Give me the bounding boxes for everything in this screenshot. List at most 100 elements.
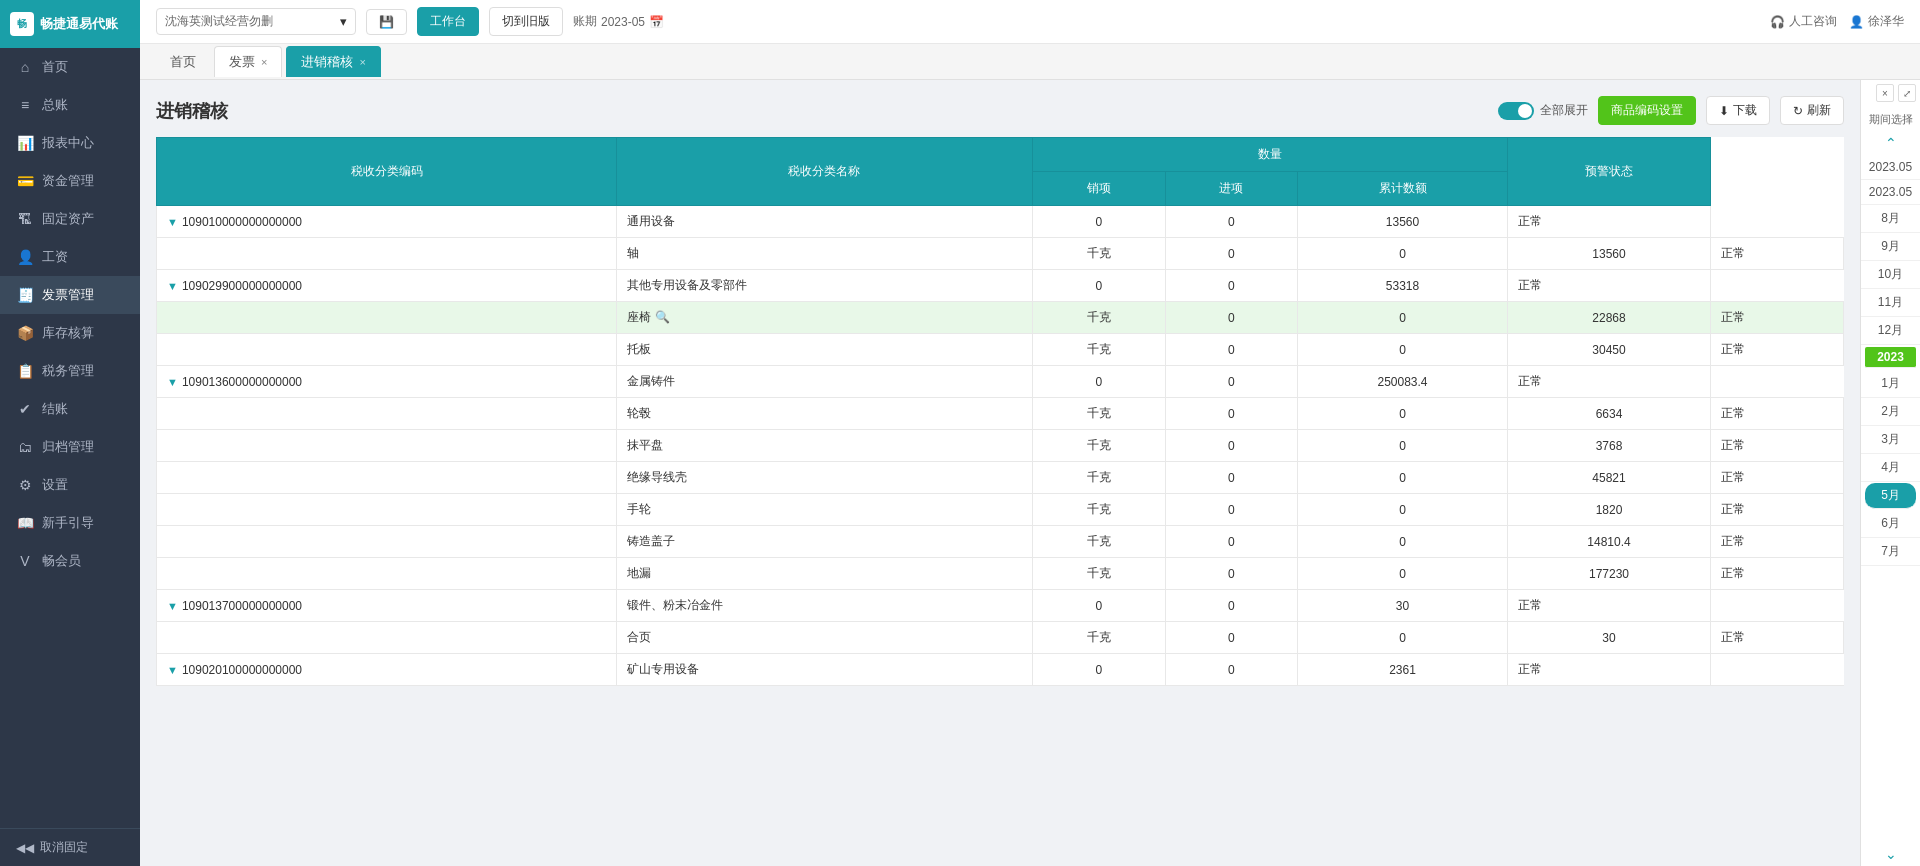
cell-purchase: 0 — [1298, 462, 1508, 494]
cell-name: 轮毂 — [617, 398, 1033, 430]
inventory-icon: 📦 — [16, 325, 34, 341]
product-code-button[interactable]: 商品编码设置 — [1598, 96, 1696, 125]
sidebar-item-label: 发票管理 — [42, 286, 94, 304]
table-row: 绝缘导线壳 千克 0 0 45821 正常 — [157, 462, 1844, 494]
settle-icon: ✔ — [16, 401, 34, 417]
cell-code — [157, 622, 617, 654]
sidebar-item-label: 固定资产 — [42, 210, 94, 228]
toggle-thumb — [1518, 104, 1532, 118]
sidebar-item-home[interactable]: ⌂ 首页 — [0, 48, 140, 86]
period-item-10[interactable]: 10月 — [1861, 261, 1920, 289]
panel-expand-button[interactable]: ⤢ — [1898, 84, 1916, 102]
sidebar-item-settings[interactable]: ⚙ 设置 — [0, 466, 140, 504]
cell-purchase: 0 — [1298, 238, 1508, 270]
save-draft-button[interactable]: 💾 — [366, 9, 407, 35]
company-selector[interactable]: 沈海英测试经营勿删 ▾ — [156, 8, 356, 35]
assets-icon: 🏗 — [16, 211, 34, 227]
period-year-2023[interactable]: 2023 — [1865, 347, 1916, 368]
sidebar-item-member[interactable]: V 畅会员 — [0, 542, 140, 580]
app-name: 畅捷通易代账 — [40, 15, 118, 33]
table-row: 抹平盘 千克 0 0 3768 正常 — [157, 430, 1844, 462]
sidebar-item-archive[interactable]: 🗂 归档管理 — [0, 428, 140, 466]
sidebar-item-report[interactable]: 📊 报表中心 — [0, 124, 140, 162]
period-item-12[interactable]: 12月 — [1861, 317, 1920, 345]
cell-code: ▼109029900000000000 — [157, 270, 617, 302]
sidebar-item-tax[interactable]: 📋 税务管理 — [0, 352, 140, 390]
cell-total: 13560 — [1507, 238, 1710, 270]
cell-total: 3768 — [1507, 430, 1710, 462]
period-item-3[interactable]: 3月 — [1861, 426, 1920, 454]
cell-total: 2361 — [1298, 654, 1508, 686]
sidebar-item-payroll[interactable]: 👤 工资 — [0, 238, 140, 276]
tab-invoice[interactable]: 发票 × — [214, 46, 282, 77]
cell-warning: 正常 — [1711, 334, 1844, 366]
toggle-track[interactable] — [1498, 102, 1534, 120]
period-nav-up[interactable]: ⌃ — [1861, 131, 1920, 155]
expand-toggle[interactable]: 全部展开 — [1498, 102, 1588, 120]
save-icon: 💾 — [379, 15, 394, 29]
tab-reconcile-close[interactable]: × — [359, 56, 365, 68]
cell-total: 13560 — [1298, 206, 1508, 238]
period-item-11[interactable]: 11月 — [1861, 289, 1920, 317]
period-item-8[interactable]: 8月 — [1861, 205, 1920, 233]
tree-toggle-icon[interactable]: ▼ — [167, 376, 178, 388]
th-sales: 销项 — [1032, 172, 1165, 206]
tree-toggle-icon[interactable]: ▼ — [167, 664, 178, 676]
tab-invoice-close[interactable]: × — [261, 56, 267, 68]
cell-name: 矿山专用设备 — [617, 654, 1033, 686]
sidebar-item-settle[interactable]: ✔ 结账 — [0, 390, 140, 428]
table-row: 轮毂 千克 0 0 6634 正常 — [157, 398, 1844, 430]
refresh-button[interactable]: ↻ 刷新 — [1780, 96, 1844, 125]
period-nav-down[interactable]: ⌄ — [1861, 842, 1920, 866]
tree-toggle-icon[interactable]: ▼ — [167, 280, 178, 292]
sidebar-item-fund[interactable]: 💳 资金管理 — [0, 162, 140, 200]
tab-home[interactable]: 首页 — [156, 47, 210, 77]
tree-toggle-icon[interactable]: ▼ — [167, 600, 178, 612]
sidebar-item-label: 设置 — [42, 476, 68, 494]
period-item-5[interactable]: 5月 — [1865, 483, 1916, 509]
sidebar-item-inventory[interactable]: 📦 库存核算 — [0, 314, 140, 352]
period-item-1[interactable]: 1月 — [1861, 370, 1920, 398]
switch-version-button[interactable]: 切到旧版 — [489, 7, 563, 36]
cell-warning: 正常 — [1507, 366, 1710, 398]
period-item-2023-05-top[interactable]: 2023.05 — [1861, 155, 1920, 180]
sidebar-item-assets[interactable]: 🏗 固定资产 — [0, 200, 140, 238]
panel-close-button[interactable]: × — [1876, 84, 1894, 102]
download-button[interactable]: ⬇ 下载 — [1706, 96, 1770, 125]
table-row: 合页 千克 0 0 30 正常 — [157, 622, 1844, 654]
right-panel: × ⤢ 期间选择 ⌃ 2023.05 2023.05 8月 9月 10月 11月… — [1860, 80, 1920, 866]
th-tax-code: 税收分类编码 — [157, 138, 617, 206]
cell-sales: 0 — [1032, 366, 1165, 398]
period-item-7[interactable]: 7月 — [1861, 538, 1920, 566]
th-quantity-group: 数量 — [1032, 138, 1507, 172]
cell-name: 通用设备 — [617, 206, 1033, 238]
cell-unit: 千克 — [1032, 494, 1165, 526]
tree-toggle-icon[interactable]: ▼ — [167, 216, 178, 228]
period-item-2023-05-b[interactable]: 2023.05 — [1861, 180, 1920, 205]
sidebar-item-guide[interactable]: 📖 新手引导 — [0, 504, 140, 542]
unpin-label: 取消固定 — [40, 839, 88, 856]
tab-reconcile[interactable]: 进销稽核 × — [286, 46, 380, 77]
fund-icon: 💳 — [16, 173, 34, 189]
cell-name: 铸造盖子 — [617, 526, 1033, 558]
cell-code — [157, 430, 617, 462]
cell-code — [157, 494, 617, 526]
period-item-9[interactable]: 9月 — [1861, 233, 1920, 261]
sidebar-item-label: 资金管理 — [42, 172, 94, 190]
cell-code: ▼109013600000000000 — [157, 366, 617, 398]
ledger-icon: ≡ — [16, 97, 34, 113]
unpin-button[interactable]: ◀◀ 取消固定 — [0, 828, 140, 866]
th-warning: 预警状态 — [1507, 138, 1710, 206]
period-item-4[interactable]: 4月 — [1861, 454, 1920, 482]
workbench-button[interactable]: 工作台 — [417, 7, 479, 36]
cell-name: 手轮 — [617, 494, 1033, 526]
cell-total: 45821 — [1507, 462, 1710, 494]
cell-unit: 千克 — [1032, 622, 1165, 654]
sidebar-item-ledger[interactable]: ≡ 总账 — [0, 86, 140, 124]
period-item-6[interactable]: 6月 — [1861, 510, 1920, 538]
user-profile[interactable]: 👤 徐泽华 — [1849, 13, 1904, 30]
sidebar-item-invoice[interactable]: 🧾 发票管理 — [0, 276, 140, 314]
support-button[interactable]: 🎧 人工咨询 — [1770, 13, 1837, 30]
period-item-2[interactable]: 2月 — [1861, 398, 1920, 426]
search-icon[interactable]: 🔍 — [655, 310, 670, 324]
